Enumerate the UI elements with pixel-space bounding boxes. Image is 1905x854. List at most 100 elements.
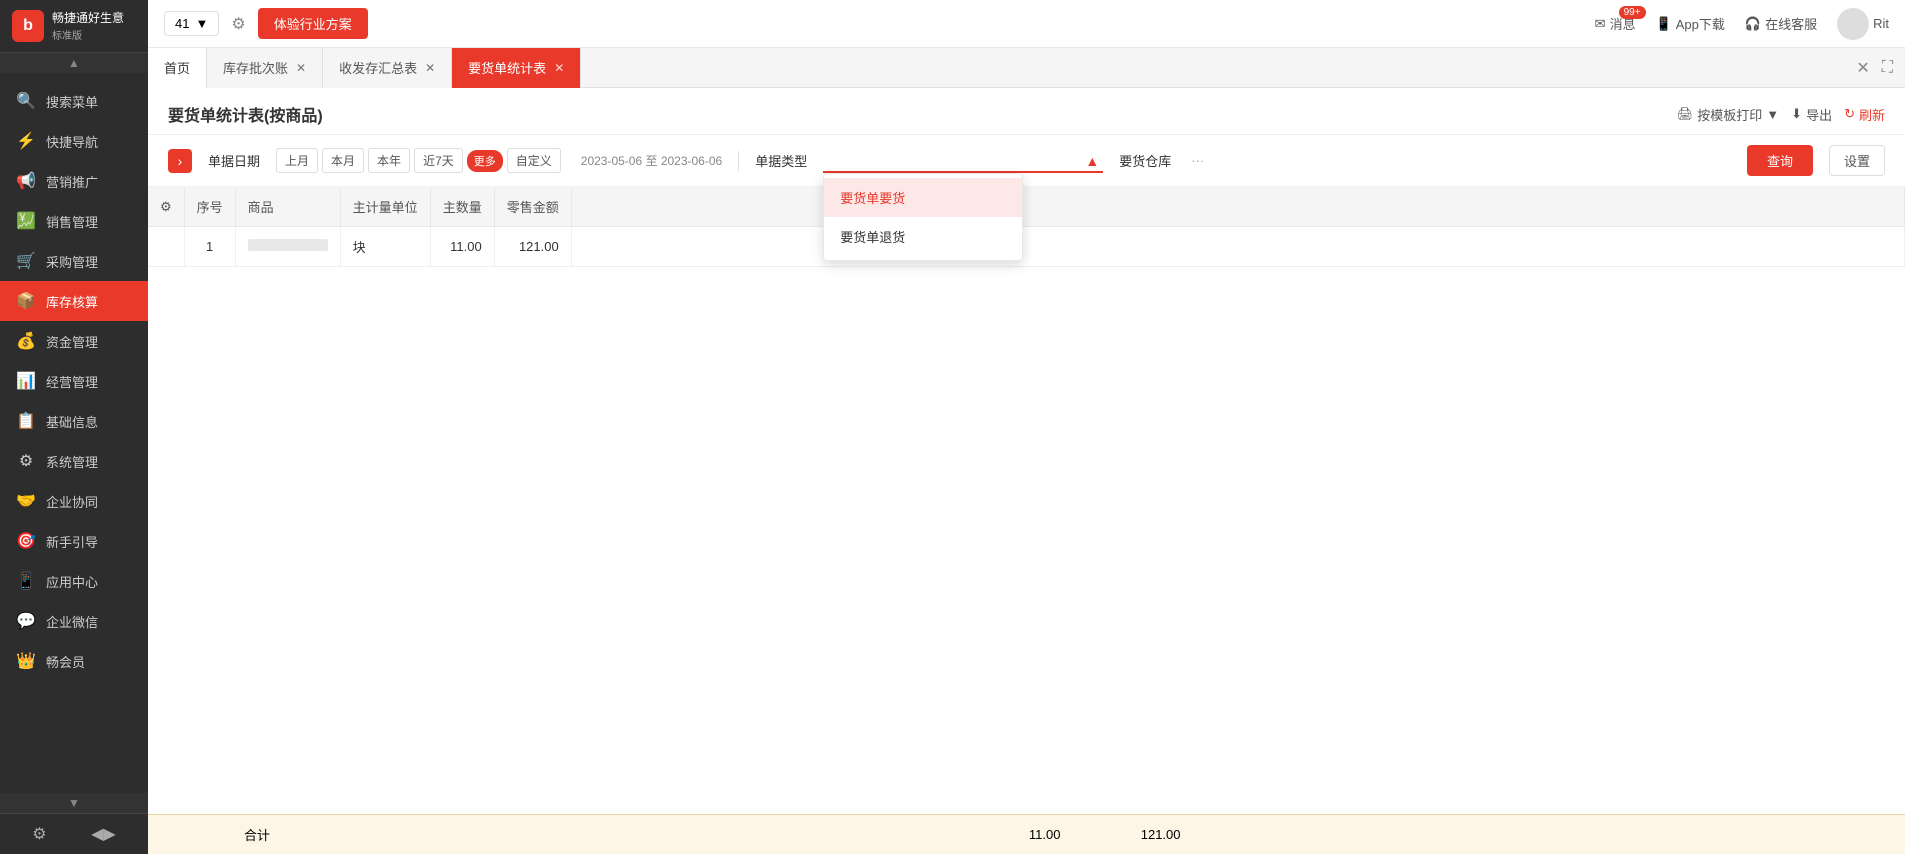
tab-label-home: 首页: [164, 58, 190, 77]
avatar-image: [1837, 8, 1869, 40]
tab-close-all-btn[interactable]: ✕: [1852, 56, 1873, 80]
sidebar-item-label-sales: 销售管理: [46, 212, 98, 231]
sidebar-scroll-up[interactable]: ▲: [0, 53, 148, 73]
sidebar-item-guide[interactable]: 🎯 新手引导: [0, 521, 148, 561]
td-product: [235, 227, 340, 267]
topbar-right: ✉ 消息 99+ 📱 App下载 🎧 在线客服 Rit: [1595, 8, 1889, 40]
table-header: ⚙ 序号 商品 主计量单位 主数量 零售金额: [148, 187, 1905, 227]
table-row: 1 块 11.00 121.00: [148, 227, 1905, 267]
user-avatar[interactable]: Rit: [1837, 8, 1889, 40]
sidebar-footer: ⚙ ◀▶: [0, 813, 148, 854]
sidebar-item-shortcut[interactable]: ⚡ 快捷导航: [0, 121, 148, 161]
date-filter-label: 单据日期: [208, 151, 260, 170]
sidebar-item-label-apps: 应用中心: [46, 572, 98, 591]
date-btn-上月[interactable]: 上月: [276, 148, 318, 173]
sidebar-item-basic[interactable]: 📋 基础信息: [0, 401, 148, 441]
tab-label-orderstat: 要货单统计表: [468, 58, 546, 77]
app-logo: b: [12, 10, 44, 42]
query-btn[interactable]: 查询: [1747, 145, 1813, 176]
sidebar-scroll-down[interactable]: ▼: [0, 793, 148, 813]
tab-label-batch: 库存批次账: [223, 58, 288, 77]
sidebar-item-label-marketing: 营销推广: [46, 172, 98, 191]
sidebar-item-marketing[interactable]: 📢 营销推广: [0, 161, 148, 201]
th-index: 序号: [184, 187, 235, 227]
vip-nav-icon: 👑: [16, 651, 36, 671]
th-settings[interactable]: ⚙: [148, 187, 184, 227]
tab-shipreceive[interactable]: 收发存汇总表✕: [323, 48, 452, 88]
sidebar-item-purchase[interactable]: 🛒 采购管理: [0, 241, 148, 281]
brand-name: 畅捷通好生意: [52, 10, 124, 27]
content-area: 要货单统计表(按商品) 🖨 按模板打印 ▼ ⬇ 导出 ↻ 刷新: [148, 88, 1905, 854]
table-body: 1 块 11.00 121.00: [148, 227, 1905, 267]
sidebar-item-sales[interactable]: 💹 销售管理: [0, 201, 148, 241]
sidebar-item-wechat[interactable]: 💬 企业微信: [0, 601, 148, 641]
print-template-btn[interactable]: 🖨 按模板打印 ▼: [1677, 105, 1779, 124]
type-select-input[interactable]: [823, 148, 1103, 173]
settings-btn[interactable]: 设置: [1829, 145, 1885, 176]
sidebar-item-label-purchase: 采购管理: [46, 252, 98, 271]
page-header: 要货单统计表(按商品) 🖨 按模板打印 ▼ ⬇ 导出 ↻ 刷新: [148, 88, 1905, 135]
settings-icon[interactable]: ⚙: [32, 824, 46, 844]
tabs-bar: 首页库存批次账✕收发存汇总表✕要货单统计表✕ ✕ ⛶: [148, 48, 1905, 88]
guide-nav-icon: 🎯: [16, 531, 36, 551]
sidebar-header: b 畅捷通好生意 标准版: [0, 0, 148, 53]
th-unit: 主计量单位: [340, 187, 430, 227]
sidebar-item-label-search: 搜索菜单: [46, 92, 98, 111]
td-index: 1: [184, 227, 235, 267]
footer-amount: 121.00: [1141, 827, 1181, 842]
export-btn[interactable]: ⬇ 导出: [1791, 105, 1832, 124]
date-btn-更多[interactable]: 更多: [467, 150, 503, 172]
page-actions: 🖨 按模板打印 ▼ ⬇ 导出 ↻ 刷新: [1677, 105, 1885, 124]
wechat-nav-icon: 💬: [16, 611, 36, 631]
messages-badge: 99+: [1619, 6, 1646, 19]
sidebar-item-operations[interactable]: 📊 经营管理: [0, 361, 148, 401]
warehouse-more-icon[interactable]: ···: [1191, 153, 1204, 168]
operations-nav-icon: 📊: [16, 371, 36, 391]
warehouse-filter-label: 要货仓库: [1119, 151, 1171, 170]
dropdown-item-要货单要货[interactable]: 要货单要货: [824, 178, 1022, 217]
sidebar-item-inventory[interactable]: 📦 库存核算: [0, 281, 148, 321]
online-service-label: 在线客服: [1765, 14, 1817, 33]
sidebar-item-label-guide: 新手引导: [46, 532, 98, 551]
topbar-gear-icon[interactable]: ⚙: [231, 14, 245, 34]
sidebar-item-finance[interactable]: 💰 资金管理: [0, 321, 148, 361]
type-select-arrow-icon[interactable]: ▲: [1085, 153, 1099, 169]
date-btn-自定义[interactable]: 自定义: [507, 148, 561, 173]
sidebar-item-system[interactable]: ⚙ 系统管理: [0, 441, 148, 481]
sidebar-item-label-basic: 基础信息: [46, 412, 98, 431]
sidebar: b 畅捷通好生意 标准版 ▲ 🔍 搜索菜单 ⚡ 快捷导航 📢 营销推广 💹 销售…: [0, 0, 148, 854]
app-download-btn[interactable]: 📱 App下载: [1656, 14, 1725, 33]
refresh-label: 刷新: [1859, 105, 1885, 124]
sidebar-item-search[interactable]: 🔍 搜索菜单: [0, 81, 148, 121]
date-btn-本年[interactable]: 本年: [368, 148, 410, 173]
sidebar-item-apps[interactable]: 📱 应用中心: [0, 561, 148, 601]
date-btn-近7天[interactable]: 近7天: [414, 148, 463, 173]
tab-close-shipreceive[interactable]: ✕: [425, 61, 435, 75]
tab-orderstat[interactable]: 要货单统计表 ✕: [452, 48, 581, 88]
sidebar-item-label-finance: 资金管理: [46, 332, 98, 351]
sidebar-item-label-shortcut: 快捷导航: [46, 132, 98, 151]
marketing-nav-icon: 📢: [16, 171, 36, 191]
tab-batch[interactable]: 库存批次账 ✕: [207, 48, 323, 88]
messages-btn[interactable]: ✉ 消息 99+: [1595, 14, 1636, 33]
sidebar-item-label-inventory: 库存核算: [46, 292, 98, 311]
tab-maximize-btn[interactable]: ⛶: [1878, 57, 1897, 79]
tab-close-orderstat[interactable]: ✕: [554, 61, 564, 75]
main-area: 41 ▼ ⚙ 体验行业方案 ✉ 消息 99+ 📱 App下载 🎧 在: [148, 0, 1905, 854]
tab-home[interactable]: 首页: [148, 48, 207, 88]
sidebar-item-vip[interactable]: 👑 畅会员: [0, 641, 148, 681]
tab-close-batch[interactable]: ✕: [296, 61, 306, 75]
sidebar-item-cooperation[interactable]: 🤝 企业协同: [0, 481, 148, 521]
type-select-container: ▲ 要货单要货要货单退货: [823, 148, 1103, 173]
online-service-btn[interactable]: 🎧 在线客服: [1745, 14, 1817, 33]
store-selector[interactable]: 41 ▼: [164, 11, 219, 36]
filter-expand-btn[interactable]: ›: [168, 149, 192, 173]
collapse-icon[interactable]: ◀▶: [91, 824, 116, 844]
system-nav-icon: ⚙: [16, 451, 36, 471]
refresh-btn[interactable]: ↻ 刷新: [1844, 105, 1885, 124]
td-unit: 块: [340, 227, 430, 267]
trial-btn[interactable]: 体验行业方案: [258, 8, 368, 39]
dropdown-item-要货单退货[interactable]: 要货单退货: [824, 217, 1022, 256]
date-btn-本月[interactable]: 本月: [322, 148, 364, 173]
headset-icon: 🎧: [1745, 16, 1761, 32]
